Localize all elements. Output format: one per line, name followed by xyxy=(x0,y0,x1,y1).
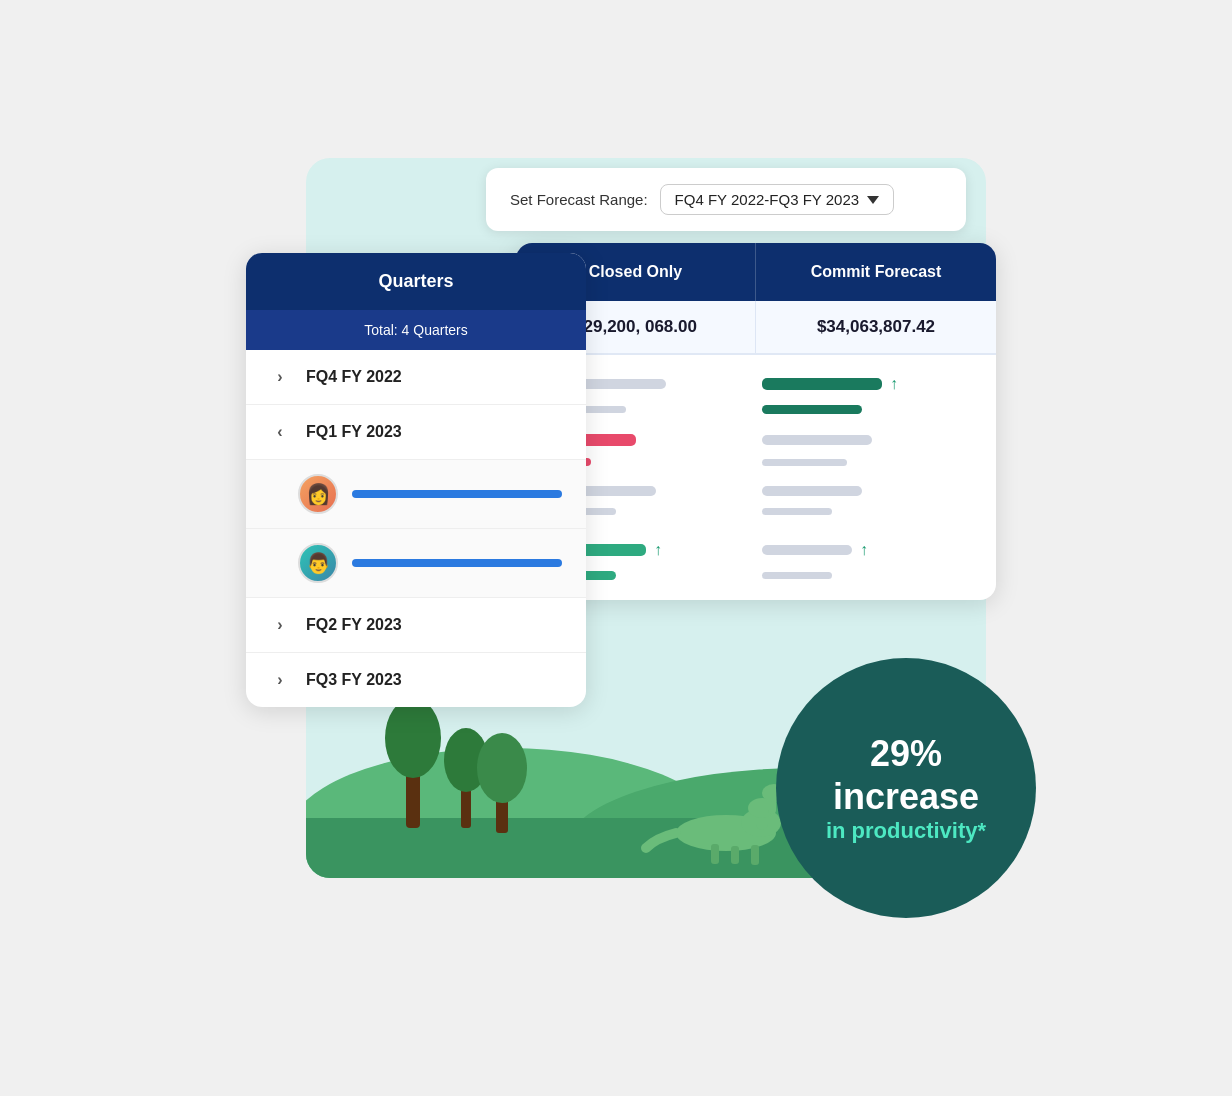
chevron-right-icon-3: › xyxy=(270,671,290,689)
quarter-row-fq4-2022[interactable]: › FQ4 FY 2022 xyxy=(246,350,586,405)
data-row-4: ↑ ↑ xyxy=(516,531,996,569)
bar-cell-green-1b xyxy=(762,405,976,414)
forecast-range-value: FQ4 FY 2022-FQ3 FY 2023 xyxy=(675,191,860,208)
forecast-range-select[interactable]: FQ4 FY 2022-FQ3 FY 2023 xyxy=(660,184,895,215)
sub-item-woman: 👩 xyxy=(246,460,586,529)
bar-gray-2b xyxy=(762,459,847,466)
data-row-3b xyxy=(516,506,996,531)
bar-cell-arrow-2: ↑ xyxy=(762,541,976,559)
sub-item-man: 👨 xyxy=(246,529,586,598)
arrow-up-icon-1: ↑ xyxy=(890,375,898,393)
arrow-up-icon-2: ↑ xyxy=(654,541,662,559)
data-row-4b xyxy=(516,569,996,590)
quarter-row-fq3-2023[interactable]: › FQ3 FY 2023 xyxy=(246,653,586,707)
svg-point-9 xyxy=(477,733,527,803)
quarter-label-fq1: FQ1 FY 2023 xyxy=(306,423,402,441)
avatar-woman: 👩 xyxy=(298,474,338,514)
quarters-header: Quarters xyxy=(246,253,586,310)
data-row-3 xyxy=(516,476,996,506)
bar-gray-5 xyxy=(762,545,852,555)
quarter-row-fq1-2023[interactable]: ‹ FQ1 FY 2023 xyxy=(246,405,586,460)
quarter-expanded-section: 👩 👨 xyxy=(246,460,586,598)
bar-cell-gray-4 xyxy=(762,486,976,496)
data-row-1b xyxy=(516,403,996,424)
svg-rect-18 xyxy=(751,845,759,865)
forecast-values-row: $29,200, 068.00 $34,063,807.42 xyxy=(516,301,996,355)
forecast-range-label: Set Forecast Range: xyxy=(510,191,648,208)
bar-green-1 xyxy=(762,378,882,390)
forecast-value-commit: $34,063,807.42 xyxy=(756,301,996,353)
bar-gray-4b xyxy=(762,508,832,515)
quarter-label-fq2: FQ2 FY 2023 xyxy=(306,616,402,634)
bar-gray-5b xyxy=(762,572,832,579)
svg-point-5 xyxy=(385,698,441,778)
forecast-range-bar: Set Forecast Range: FQ4 FY 2022-FQ3 FY 2… xyxy=(486,168,966,231)
quarter-label-fq4: FQ4 FY 2022 xyxy=(306,368,402,386)
quarters-total: Total: 4 Quarters xyxy=(246,310,586,350)
forecast-panel: Closed Only Commit Forecast $29,200, 068… xyxy=(516,243,996,600)
progress-bar-woman xyxy=(352,490,562,498)
forecast-header: Closed Only Commit Forecast xyxy=(516,243,996,301)
productivity-badge: 29% increase in productivity* xyxy=(776,658,1036,918)
quarters-panel: Quarters Total: 4 Quarters › FQ4 FY 2022… xyxy=(246,253,586,707)
productivity-text: in productivity* xyxy=(826,818,986,844)
productivity-percent: 29% increase xyxy=(806,732,1006,818)
data-row-2b xyxy=(516,456,996,476)
bar-gray-4 xyxy=(762,486,862,496)
bar-cell-gray-5b xyxy=(762,572,976,579)
data-row-1: ↑ xyxy=(516,365,996,403)
arrow-up-icon-3: ↑ xyxy=(860,541,868,559)
quarter-label-fq3: FQ3 FY 2023 xyxy=(306,671,402,689)
bar-cell-gray-2b xyxy=(762,459,976,466)
data-row-2 xyxy=(516,424,996,456)
bar-cell-gray-2 xyxy=(762,435,976,445)
chevron-right-icon-2: › xyxy=(270,616,290,634)
avatar-man: 👨 xyxy=(298,543,338,583)
data-rows-section: ↑ xyxy=(516,355,996,600)
bar-gray-2 xyxy=(762,435,872,445)
bar-green-1b xyxy=(762,405,862,414)
bar-cell-gray-4b xyxy=(762,508,976,515)
dropdown-arrow-icon xyxy=(867,196,879,204)
svg-rect-17 xyxy=(731,846,739,864)
svg-rect-16 xyxy=(711,844,719,864)
progress-bar-man xyxy=(352,559,562,567)
chevron-down-icon: ‹ xyxy=(270,423,290,441)
quarter-row-fq2-2023[interactable]: › FQ2 FY 2023 xyxy=(246,598,586,653)
bar-cell-green-1: ↑ xyxy=(762,375,976,393)
forecast-col-header-commit: Commit Forecast xyxy=(756,243,996,301)
chevron-right-icon: › xyxy=(270,368,290,386)
